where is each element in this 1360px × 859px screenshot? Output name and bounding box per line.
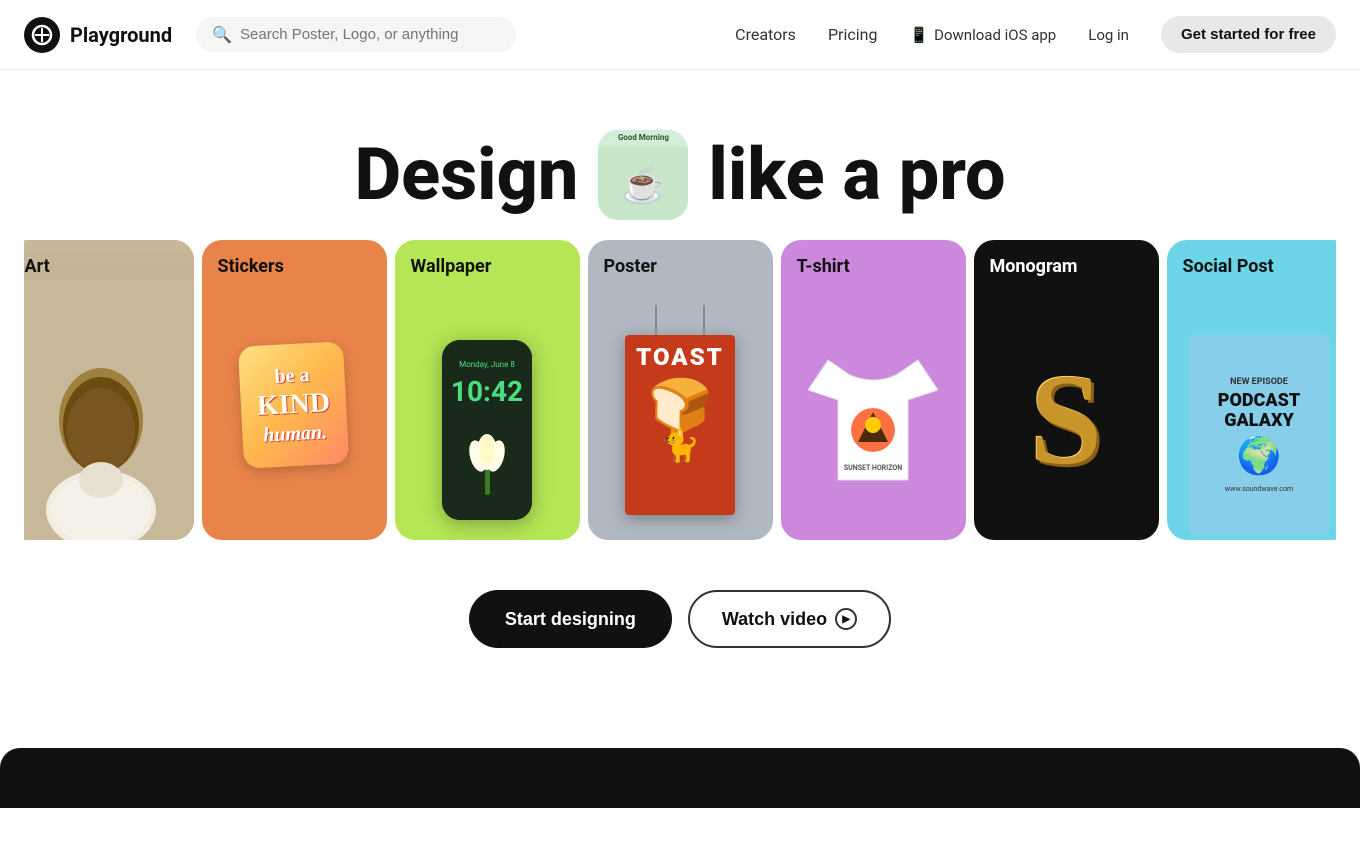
tshirt-image: SUNSET HORIZON <box>808 330 938 490</box>
card-wallpaper[interactable]: Wallpaper Monday, June 8 10:42 <box>395 240 580 540</box>
card-monogram[interactable]: Monogram S <box>974 240 1159 540</box>
nav-links: Creators Pricing 📱 Download iOS app Log … <box>735 16 1336 53</box>
category-cards-row: Art <box>24 220 1336 560</box>
card-stickers-label: Stickers <box>218 256 284 277</box>
card-art-label: Art <box>25 256 50 277</box>
search-input[interactable] <box>240 26 500 43</box>
logo[interactable]: Playground <box>24 17 172 53</box>
badge-top-text: Good Morning <box>618 133 669 142</box>
card-monogram-label: Monogram <box>990 256 1078 277</box>
social-image: NEW EPISODE PODCASTGALAXY 🌍 www.soundwav… <box>1189 335 1329 535</box>
art-image <box>24 240 194 540</box>
hero-title-end: like a pro <box>708 139 1005 211</box>
badge-emoji: ☕ <box>621 167 666 203</box>
card-wallpaper-label: Wallpaper <box>411 256 492 277</box>
poster-image: TOAST 🍞 🐈 <box>625 335 735 515</box>
nav-download-ios[interactable]: 📱 Download iOS app <box>909 26 1056 44</box>
card-social[interactable]: Social Post NEW EPISODE PODCASTGALAXY 🌍 … <box>1167 240 1337 540</box>
get-started-button[interactable]: Get started for free <box>1161 16 1336 53</box>
watch-video-button[interactable]: Watch video ▶ <box>688 590 891 648</box>
watch-video-label: Watch video <box>722 609 827 630</box>
search-bar[interactable]: 🔍 <box>196 17 516 52</box>
hero-badge: Good Morning ☕ <box>598 130 688 220</box>
card-social-label: Social Post <box>1183 256 1274 277</box>
footer-strip <box>0 748 1360 808</box>
logo-icon <box>24 17 60 53</box>
cta-buttons: Start designing Watch video ▶ <box>469 590 891 648</box>
phone-mockup: Monday, June 8 10:42 <box>442 340 532 520</box>
card-tshirt[interactable]: T-shirt SUNSET HORIZON <box>781 240 966 540</box>
nav-pricing[interactable]: Pricing <box>828 25 878 44</box>
svg-text:SUNSET HORIZON: SUNSET HORIZON <box>844 464 902 472</box>
card-poster[interactable]: Poster TOAST 🍞 🐈 <box>588 240 773 540</box>
card-poster-label: Poster <box>604 256 657 277</box>
download-ios-label: Download iOS app <box>934 26 1056 44</box>
nav-creators[interactable]: Creators <box>735 25 796 44</box>
hero-title: Design Good Morning ☕ like a pro <box>354 130 1005 220</box>
nav-login[interactable]: Log in <box>1088 26 1129 44</box>
hero-title-start: Design <box>354 139 578 211</box>
start-designing-button[interactable]: Start designing <box>469 590 672 648</box>
monogram-letter: S <box>1030 355 1102 485</box>
card-stickers[interactable]: Stickers be aKINDhuman. <box>202 240 387 540</box>
navbar: Playground 🔍 Creators Pricing 📱 Download… <box>0 0 1360 70</box>
hero-section: Design Good Morning ☕ like a pro Art <box>0 70 1360 688</box>
logo-text: Playground <box>70 23 172 47</box>
card-tshirt-label: T-shirt <box>797 256 850 277</box>
play-icon: ▶ <box>835 608 857 630</box>
card-art[interactable]: Art <box>24 240 194 540</box>
search-icon: 🔍 <box>212 25 232 44</box>
phone-icon: 📱 <box>909 26 928 44</box>
